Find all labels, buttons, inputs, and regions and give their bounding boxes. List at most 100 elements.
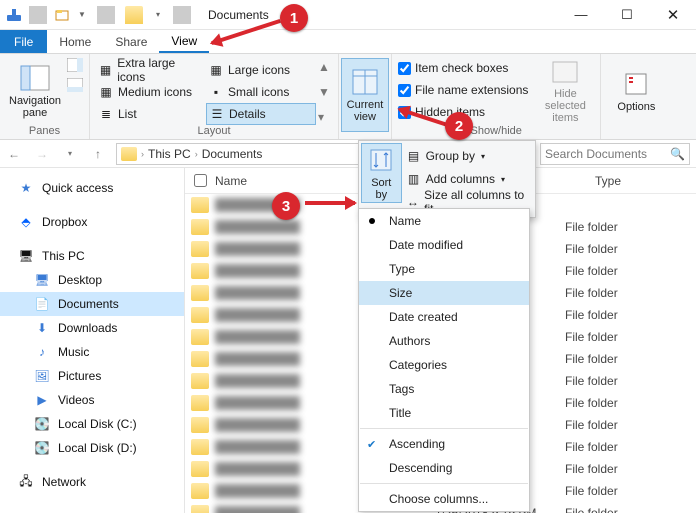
separator <box>360 483 528 484</box>
nav-quick-access[interactable]: ★Quick access <box>0 176 184 200</box>
folder-icon <box>191 219 209 235</box>
caret-icon[interactable]: ▾ <box>149 6 167 24</box>
chevron-down-icon: ▾ <box>501 175 505 184</box>
folder-icon <box>191 263 209 279</box>
details-pane-icon[interactable] <box>67 78 83 92</box>
disk-icon: 💽 <box>34 416 50 432</box>
forward-button[interactable]: → <box>28 140 56 168</box>
current-view-button[interactable]: Current view <box>341 58 389 132</box>
folder-icon <box>191 307 209 323</box>
group-options: Options <box>601 54 671 139</box>
scroll-down-icon[interactable]: ▼ <box>318 85 332 99</box>
quick-access-toolbar: ▼ ▾ <box>0 6 200 24</box>
options-button[interactable]: Options <box>607 58 665 124</box>
music-icon: ♪ <box>34 344 50 360</box>
row-type: File folder <box>565 308 618 322</box>
maximize-button[interactable]: ☐ <box>604 0 650 30</box>
scroll-more-icon[interactable]: ▾ <box>318 110 332 124</box>
row-name: ██████████ <box>215 396 375 410</box>
nav-downloads[interactable]: ⬇Downloads <box>0 316 184 340</box>
layout-large[interactable]: ▦Large icons <box>206 59 316 81</box>
sort-name[interactable]: Name <box>359 209 529 233</box>
sort-ascending[interactable]: ✔Ascending <box>359 432 529 456</box>
nav-documents[interactable]: 📄Documents <box>0 292 184 316</box>
sort-size[interactable]: Size <box>359 281 529 305</box>
sort-categories[interactable]: Categories <box>359 353 529 377</box>
nav-videos[interactable]: ▶Videos <box>0 388 184 412</box>
item-check-boxes-toggle[interactable]: Item check boxes <box>398 58 528 78</box>
navigation-pane-label: Navigation pane <box>9 95 61 119</box>
breadcrumb-thispc[interactable]: This PC <box>148 147 191 161</box>
new-folder-icon[interactable] <box>53 6 71 24</box>
back-button[interactable]: ← <box>0 140 28 168</box>
sort-by-button[interactable]: Sort by <box>361 143 402 203</box>
close-button[interactable]: ✕ <box>650 0 696 30</box>
row-name: ██████████ <box>215 308 375 322</box>
row-name: ██████████ <box>215 506 375 513</box>
sort-date-created[interactable]: Date created <box>359 305 529 329</box>
row-type: File folder <box>565 462 618 476</box>
sort-authors[interactable]: Authors <box>359 329 529 353</box>
row-name: ██████████ <box>215 374 375 388</box>
properties-icon[interactable] <box>5 6 23 24</box>
nav-pictures[interactable]: 🖼Pictures <box>0 364 184 388</box>
chevron-down-icon: ▾ <box>481 152 485 161</box>
nav-desktop[interactable]: 🖥Desktop <box>0 268 184 292</box>
lg-icon: ▦ <box>208 62 224 78</box>
minimize-button[interactable]: — <box>558 0 604 30</box>
folder-icon <box>191 417 209 433</box>
group-icon: ▤ <box>406 148 422 164</box>
tab-home[interactable]: Home <box>47 30 103 53</box>
folder-icon <box>121 147 137 161</box>
folder-icon <box>191 505 209 513</box>
group-layout-label: Layout <box>197 125 230 139</box>
search-input[interactable]: Search Documents 🔍 <box>540 143 690 165</box>
row-type: File folder <box>565 374 618 388</box>
separator <box>173 6 191 24</box>
scroll-up-icon[interactable]: ▲ <box>318 60 332 74</box>
breadcrumb-documents[interactable]: Documents <box>202 147 263 161</box>
network-icon: 🖧 <box>18 474 34 490</box>
nav-network[interactable]: 🖧Network <box>0 470 184 494</box>
nav-music[interactable]: ♪Music <box>0 340 184 364</box>
hide-selected-icon <box>550 58 580 86</box>
arrow-3 <box>305 201 355 205</box>
dropdown-icon[interactable]: ▼ <box>73 6 91 24</box>
group-by-button[interactable]: ▤Group by▾ <box>404 145 531 167</box>
choose-columns[interactable]: Choose columns... <box>359 487 529 511</box>
nav-disk-d[interactable]: 💽Local Disk (D:) <box>0 436 184 460</box>
folder-icon <box>191 351 209 367</box>
window-title: Documents <box>200 8 558 22</box>
nav-disk-c[interactable]: 💽Local Disk (C:) <box>0 412 184 436</box>
layout-list[interactable]: ≣List <box>96 103 206 125</box>
check-icon: ✔ <box>367 438 376 451</box>
separator <box>29 6 47 24</box>
star-icon: ★ <box>18 180 34 196</box>
navigation-pane-button[interactable]: Navigation pane <box>6 58 64 124</box>
sort-tags[interactable]: Tags <box>359 377 529 401</box>
sort-descending[interactable]: Descending <box>359 456 529 480</box>
file-name-extensions-toggle[interactable]: File name extensions <box>398 80 528 100</box>
nav-dropbox[interactable]: ⬘Dropbox <box>0 210 184 234</box>
tab-share[interactable]: Share <box>103 30 159 53</box>
recent-locations-button[interactable]: ▾ <box>56 140 84 168</box>
layout-small[interactable]: ▪Small icons <box>206 81 316 103</box>
nav-thispc[interactable]: 🖥This PC <box>0 244 184 268</box>
add-columns-button[interactable]: ▥Add columns▾ <box>404 168 531 190</box>
select-all-checkbox[interactable] <box>194 174 207 187</box>
hide-selected-items-button[interactable]: Hide selected items <box>536 58 594 124</box>
layout-extra-large[interactable]: ▦Extra large icons <box>96 59 206 81</box>
sort-type[interactable]: Type <box>359 257 529 281</box>
details-icon: ☰ <box>209 106 225 122</box>
sort-title[interactable]: Title <box>359 401 529 425</box>
ribbon: Navigation pane Panes ▦Extra large icons… <box>0 54 696 140</box>
up-button[interactable]: ↑ <box>84 140 112 168</box>
sort-by-menu: Name Date modified Type Size Date create… <box>358 208 530 512</box>
column-type[interactable]: Type <box>595 174 696 188</box>
sort-date-modified[interactable]: Date modified <box>359 233 529 257</box>
tab-file[interactable]: File <box>0 30 47 53</box>
layout-details[interactable]: ☰Details <box>206 103 316 125</box>
layout-medium[interactable]: ▦Medium icons <box>96 81 206 103</box>
downloads-icon: ⬇ <box>34 320 50 336</box>
preview-pane-icon[interactable] <box>67 58 83 72</box>
